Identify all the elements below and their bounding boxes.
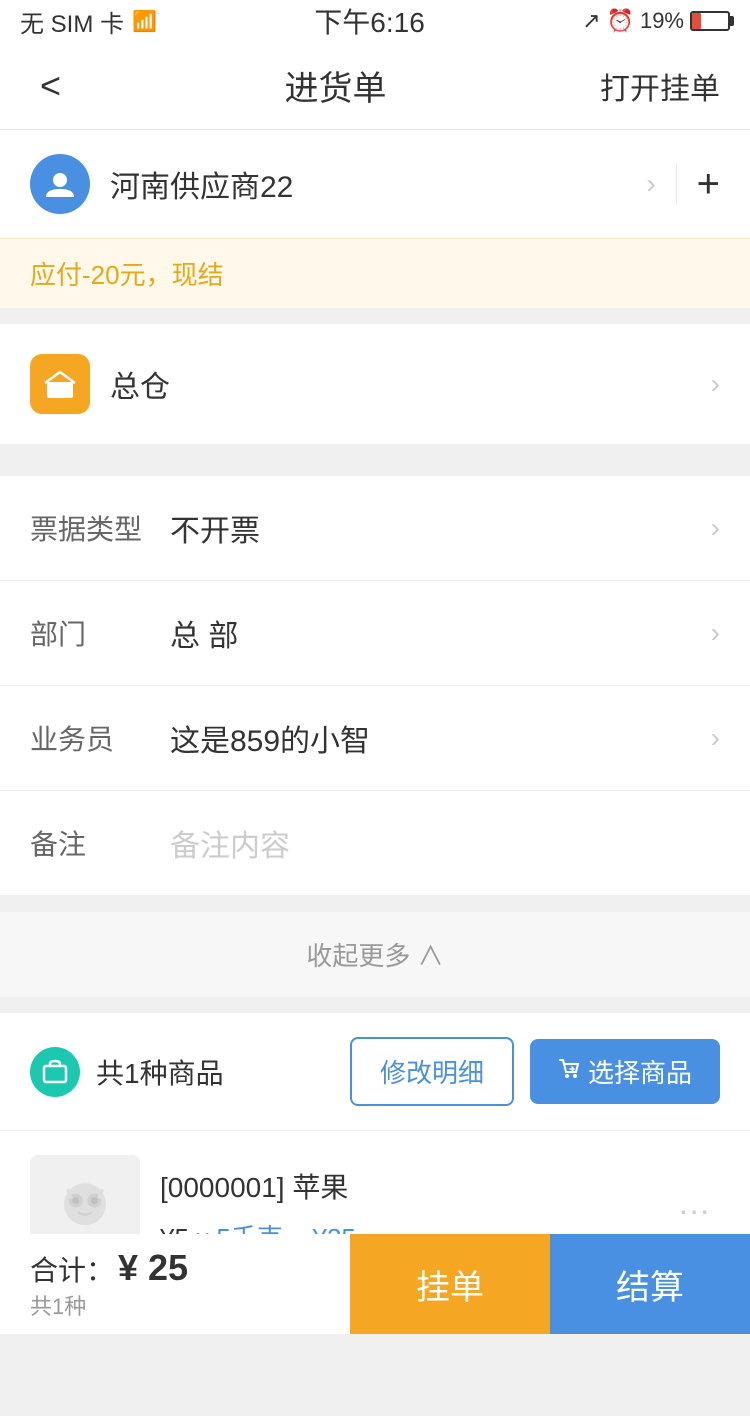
product-count-icon — [30, 1047, 80, 1097]
collapse-toggle[interactable]: 收起更多 ∧ — [0, 912, 750, 997]
supplier-section: 河南供应商22 › + 应付-20元，现结 — [0, 130, 750, 308]
back-button[interactable]: < — [30, 55, 71, 117]
total-count: 共1种 — [30, 1289, 320, 1321]
select-product-label: 选择商品 — [588, 1053, 692, 1090]
product-header: 共1种商品 修改明细 选择商品 — [0, 1013, 750, 1131]
salesperson-chevron-icon: › — [711, 722, 720, 754]
wifi-icon: 📶 — [132, 9, 157, 34]
warehouse-chevron-icon: › — [711, 368, 720, 400]
total-section: 合计： ¥ 25 共1种 — [0, 1234, 350, 1334]
status-right: ↗ ⏰ 19% — [582, 8, 730, 34]
status-left: 无 SIM 卡 📶 — [20, 4, 157, 39]
edit-details-button[interactable]: 修改明细 — [350, 1037, 514, 1106]
invoice-type-value: 不开票 — [170, 506, 711, 550]
carrier-text: 无 SIM 卡 — [20, 4, 124, 39]
select-product-button[interactable]: 选择商品 — [530, 1039, 720, 1104]
department-label: 部门 — [30, 613, 150, 653]
invoice-type-chevron-icon: › — [711, 512, 720, 544]
supplier-avatar — [30, 154, 90, 214]
nav-bar: < 进货单 打开挂单 — [0, 42, 750, 130]
alarm-icon: ⏰ — [607, 8, 634, 34]
warehouse-row[interactable]: 总仓 › — [0, 324, 750, 444]
warehouse-section: 总仓 › — [0, 324, 750, 444]
cart-icon — [558, 1056, 580, 1087]
total-label: 合计： — [30, 1249, 114, 1289]
open-pending-button[interactable]: 打开挂单 — [600, 64, 720, 108]
add-supplier-button[interactable]: + — [697, 162, 720, 207]
salesperson-row[interactable]: 业务员 这是859的小智 › — [0, 686, 750, 791]
total-amount: ¥ 25 — [118, 1247, 188, 1289]
product-title: 苹果 — [292, 1172, 348, 1203]
remark-input[interactable]: 备注内容 — [170, 821, 720, 865]
department-chevron-icon: › — [711, 617, 720, 649]
bottom-bar: 合计： ¥ 25 共1种 挂单 结算 — [0, 1234, 750, 1334]
divider — [676, 164, 677, 204]
main-content: 河南供应商22 › + 应付-20元，现结 总仓 › 票据类型 — [0, 130, 750, 1416]
credit-info: 应付-20元，现结 — [0, 238, 750, 308]
invoice-type-row[interactable]: 票据类型 不开票 › — [0, 476, 750, 581]
location-icon: ↗ — [582, 8, 600, 34]
salesperson-label: 业务员 — [30, 718, 150, 758]
supplier-row[interactable]: 河南供应商22 › + — [0, 130, 750, 238]
product-name: [0000001] 苹果 — [160, 1166, 668, 1206]
collapse-label: 收起更多 ∧ — [306, 936, 443, 973]
fields-section: 票据类型 不开票 › 部门 总 部 › 业务员 这是859的小智 › 备注 备注… — [0, 476, 750, 896]
product-more-button[interactable]: ··· — [668, 1182, 720, 1239]
remark-label: 备注 — [30, 823, 150, 863]
hang-button[interactable]: 挂单 — [350, 1234, 550, 1334]
battery-percent: 19% — [640, 8, 684, 34]
page-title: 进货单 — [285, 61, 387, 110]
checkout-button[interactable]: 结算 — [550, 1234, 750, 1334]
supplier-name: 河南供应商22 — [110, 162, 646, 206]
supplier-chevron-icon: › — [646, 168, 655, 200]
product-code: [0000001] — [160, 1172, 285, 1203]
time-display: 下午6:16 — [314, 1, 425, 41]
status-bar: 无 SIM 卡 📶 下午6:16 ↗ ⏰ 19% — [0, 0, 750, 42]
remark-row[interactable]: 备注 备注内容 — [0, 791, 750, 896]
product-count-text: 共1种商品 — [96, 1052, 350, 1092]
salesperson-value: 这是859的小智 — [170, 716, 711, 760]
department-value: 总 部 — [170, 611, 711, 655]
warehouse-name: 总仓 — [110, 362, 711, 406]
supplier-right: › + — [646, 162, 720, 207]
department-row[interactable]: 部门 总 部 › — [0, 581, 750, 686]
invoice-type-label: 票据类型 — [30, 508, 150, 548]
battery-icon — [690, 11, 730, 31]
warehouse-icon — [30, 354, 90, 414]
